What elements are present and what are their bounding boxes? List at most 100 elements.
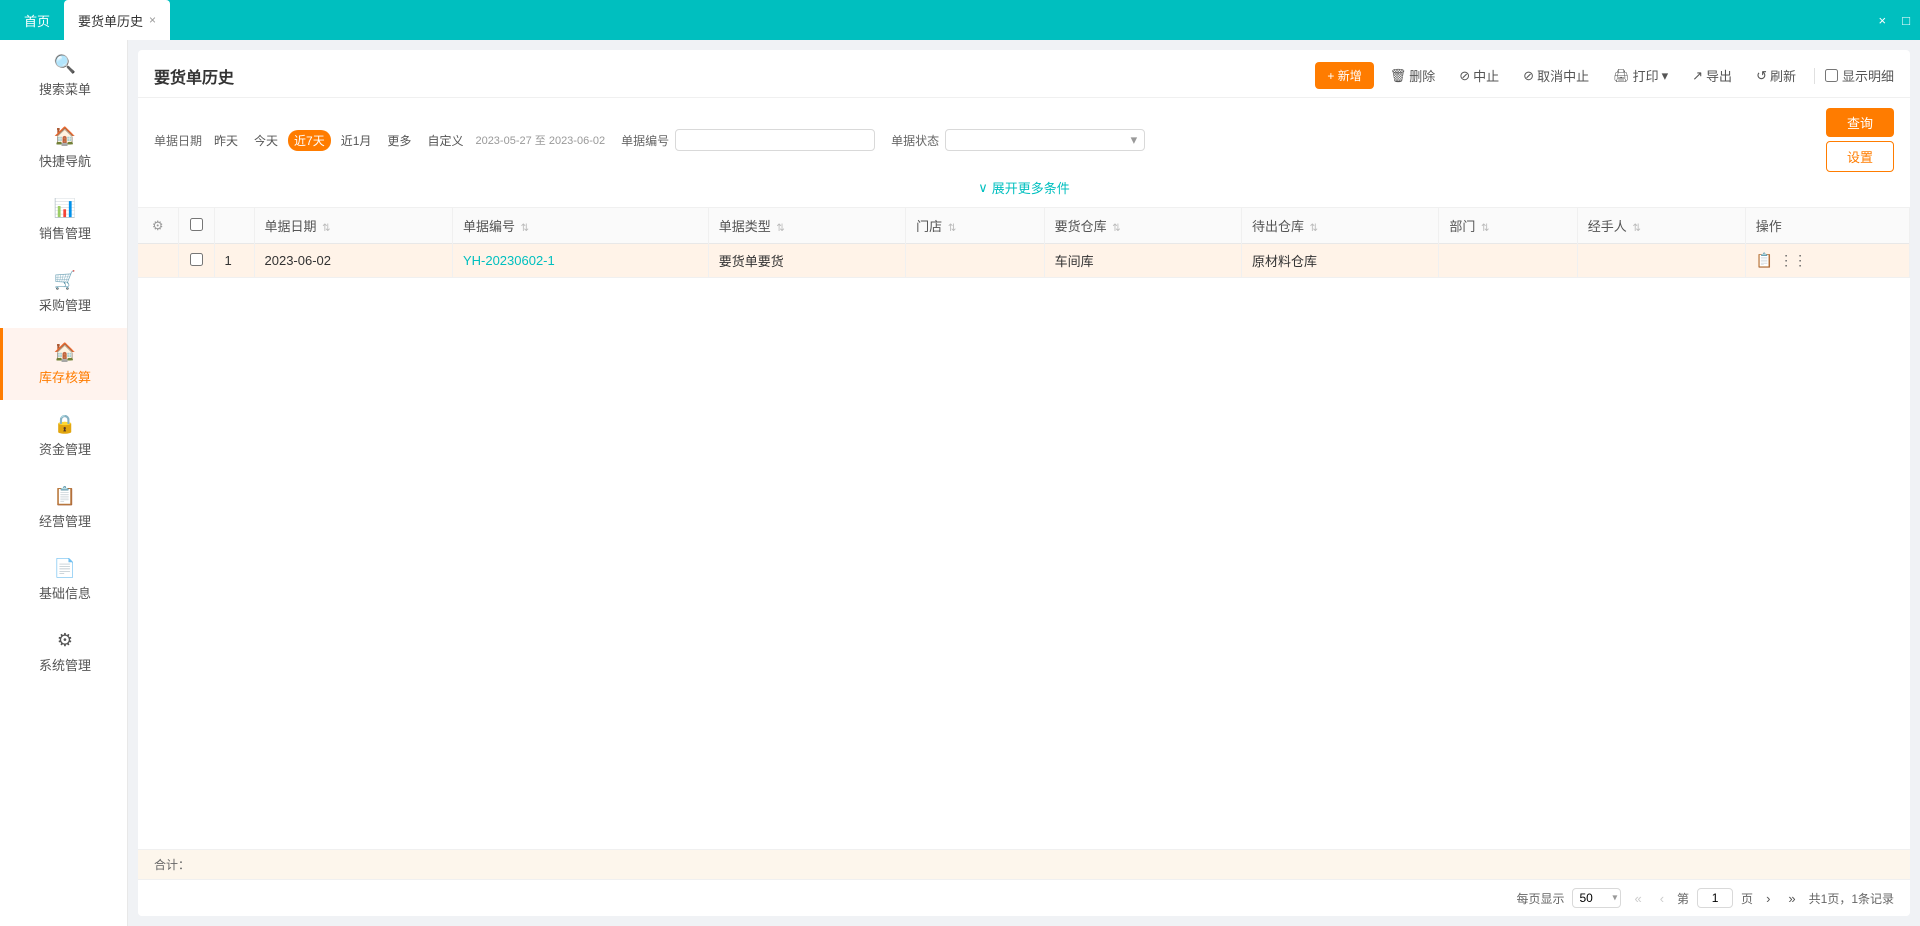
basic-info-icon: 📄 bbox=[54, 558, 76, 579]
sidebar-item-search-menu[interactable]: 🔍 搜索菜单 bbox=[0, 40, 127, 112]
toolbar: + 新增 🗑 删除 ⊘ 中止 ⊘ 取消中止 🖨 打 bbox=[1315, 62, 1894, 89]
first-page-btn[interactable]: « bbox=[1629, 889, 1646, 908]
date-quick-btns: 昨天 今天 近7天 近1月 更多 自定义 bbox=[208, 130, 469, 151]
sidebar-item-label: 基础信息 bbox=[39, 583, 91, 602]
date-btn-custom[interactable]: 自定义 bbox=[421, 130, 469, 151]
stop-button[interactable]: ⊘ 中止 bbox=[1451, 62, 1507, 89]
expand-more-btn[interactable]: ∨ 展开更多条件 bbox=[154, 178, 1894, 197]
page-title: 要货单历史 bbox=[154, 64, 1315, 88]
sidebar-item-label: 经营管理 bbox=[39, 511, 91, 530]
page-header: 要货单历史 + 新增 🗑 删除 ⊘ 中止 ⊘ 取消中止 bbox=[138, 50, 1910, 98]
new-button[interactable]: + 新增 bbox=[1315, 62, 1373, 89]
refresh-button[interactable]: ↺ 刷新 bbox=[1748, 62, 1804, 89]
date-btn-7days[interactable]: 近7天 bbox=[288, 130, 331, 151]
page-card: 要货单历史 + 新增 🗑 删除 ⊘ 中止 ⊘ 取消中止 bbox=[138, 50, 1910, 916]
date-btn-yesterday[interactable]: 昨天 bbox=[208, 130, 244, 151]
sort-icon-dept: ⇅ bbox=[1481, 223, 1489, 234]
sort-icon-docno: ⇅ bbox=[521, 223, 529, 234]
row-checkbox[interactable] bbox=[190, 253, 203, 266]
page-label-end: 页 bbox=[1741, 890, 1753, 907]
cell-department bbox=[1439, 244, 1577, 278]
tab-requisition-history-label: 要货单历史 bbox=[78, 11, 143, 30]
window-maximize-btn[interactable]: □ bbox=[1902, 13, 1910, 28]
col-store[interactable]: 门店 ⇅ bbox=[906, 208, 1044, 244]
date-btn-today[interactable]: 今天 bbox=[248, 130, 284, 151]
col-doc-date[interactable]: 单据日期 ⇅ bbox=[254, 208, 452, 244]
purchase-mgmt-icon: 🛒 bbox=[54, 270, 76, 291]
sidebar-item-finance-mgmt[interactable]: 🔒 资金管理 bbox=[0, 400, 127, 472]
system-mgmt-icon: ⚙ bbox=[57, 630, 73, 651]
page-size-select[interactable]: 20 50 100 bbox=[1572, 888, 1621, 908]
docno-filter-label: 单据编号 bbox=[621, 132, 669, 149]
col-doc-type[interactable]: 单据类型 ⇅ bbox=[708, 208, 905, 244]
window-close-btn[interactable]: × bbox=[1879, 13, 1887, 28]
delete-icon: 🗑 bbox=[1390, 68, 1407, 84]
footer-total-label: 合计： bbox=[154, 856, 190, 873]
settings-button[interactable]: 设置 bbox=[1826, 141, 1894, 172]
docstatus-filter-select[interactable] bbox=[945, 129, 1145, 151]
more-action-icon[interactable]: ⋮⋮ bbox=[1779, 252, 1807, 269]
sidebar-item-label: 采购管理 bbox=[39, 295, 91, 314]
top-bar-actions: × □ bbox=[1879, 13, 1910, 28]
sidebar-item-sales-mgmt[interactable]: 📊 销售管理 bbox=[0, 184, 127, 256]
col-handler[interactable]: 经手人 ⇅ bbox=[1577, 208, 1745, 244]
col-settings[interactable]: ⚙ bbox=[138, 208, 178, 244]
delete-button[interactable]: 🗑 删除 bbox=[1382, 62, 1444, 89]
filter-area: 单据日期 昨天 今天 近7天 近1月 更多 自定义 2023-05-27 至 2… bbox=[138, 98, 1910, 208]
table-wrap: ⚙ 单据日期 ⇅ 单据编号 ⇅ bbox=[138, 208, 1910, 849]
col-req-warehouse[interactable]: 要货仓库 ⇅ bbox=[1044, 208, 1241, 244]
tab-home-label: 首页 bbox=[24, 11, 50, 30]
doc-no-link[interactable]: YH-20230602-1 bbox=[463, 253, 555, 268]
date-btn-1month[interactable]: 近1月 bbox=[335, 130, 378, 151]
content-area: 要货单历史 + 新增 🗑 删除 ⊘ 中止 ⊘ 取消中止 bbox=[128, 40, 1920, 926]
col-pending-warehouse[interactable]: 待出仓库 ⇅ bbox=[1241, 208, 1438, 244]
sidebar-item-system-mgmt[interactable]: ⚙ 系统管理 bbox=[0, 616, 127, 688]
sidebar-item-purchase-mgmt[interactable]: 🛒 采购管理 bbox=[0, 256, 127, 328]
display-detail-checkbox[interactable] bbox=[1825, 69, 1838, 82]
page-size-wrap: 20 50 100 bbox=[1572, 888, 1621, 908]
sort-icon-handler: ⇅ bbox=[1632, 223, 1640, 234]
view-action-icon[interactable]: 📋 bbox=[1756, 252, 1773, 269]
sidebar-item-quick-nav[interactable]: 🏠 快捷导航 bbox=[0, 112, 127, 184]
docno-filter-input[interactable] bbox=[675, 129, 875, 151]
docstatus-select-wrap bbox=[945, 129, 1145, 151]
cell-doc-type: 要货单要货 bbox=[708, 244, 905, 278]
sidebar-item-inventory[interactable]: 🏠 库存核算 bbox=[0, 328, 127, 400]
col-doc-no[interactable]: 单据编号 ⇅ bbox=[452, 208, 708, 244]
col-department[interactable]: 部门 ⇅ bbox=[1439, 208, 1577, 244]
page-size-label: 每页显示 bbox=[1516, 890, 1564, 907]
tab-close-icon[interactable]: × bbox=[149, 13, 156, 27]
sidebar-item-label: 资金管理 bbox=[39, 439, 91, 458]
main-table: ⚙ 单据日期 ⇅ 单据编号 ⇅ bbox=[138, 208, 1910, 278]
tab-home[interactable]: 首页 bbox=[10, 0, 64, 40]
cancel-stop-button[interactable]: ⊘ 取消中止 bbox=[1515, 62, 1597, 89]
tab-requisition-history[interactable]: 要货单历史 × bbox=[64, 0, 170, 40]
docstatus-filter-label: 单据状态 bbox=[891, 132, 939, 149]
prev-page-btn[interactable]: ‹ bbox=[1655, 889, 1669, 908]
sidebar-item-label: 销售管理 bbox=[39, 223, 91, 242]
select-all-checkbox[interactable] bbox=[190, 218, 203, 231]
total-info: 共1页，1条记录 bbox=[1809, 890, 1894, 907]
cell-pending-warehouse: 原材料仓库 bbox=[1241, 244, 1438, 278]
last-page-btn[interactable]: » bbox=[1783, 889, 1800, 908]
cell-handler bbox=[1577, 244, 1745, 278]
export-button[interactable]: ↗ 导出 bbox=[1684, 62, 1740, 89]
sales-mgmt-icon: 📊 bbox=[54, 198, 76, 219]
table-footer: 合计： bbox=[138, 849, 1910, 879]
cell-checkbox bbox=[178, 244, 214, 278]
inventory-icon: 🏠 bbox=[54, 342, 76, 363]
col-seq bbox=[214, 208, 254, 244]
date-btn-more[interactable]: 更多 bbox=[381, 130, 417, 151]
next-page-btn[interactable]: › bbox=[1761, 889, 1775, 908]
stop-icon: ⊘ bbox=[1459, 68, 1470, 84]
display-detail-label: 显示明细 bbox=[1825, 66, 1894, 85]
sidebar-item-label: 库存核算 bbox=[39, 367, 91, 386]
print-button[interactable]: 🖨 打印 ▾ bbox=[1605, 62, 1676, 89]
table-row: 1 2023-06-02 YH-20230602-1 要货单要货 车间库 原材料… bbox=[138, 244, 1910, 278]
filter-group-docno: 单据编号 bbox=[621, 129, 875, 151]
sidebar-item-basic-info[interactable]: 📄 基础信息 bbox=[0, 544, 127, 616]
page-input[interactable] bbox=[1697, 888, 1733, 908]
print-dropdown-icon: ▾ bbox=[1662, 68, 1669, 84]
sidebar-item-operations-mgmt[interactable]: 📋 经营管理 bbox=[0, 472, 127, 544]
query-button[interactable]: 查询 bbox=[1826, 108, 1894, 137]
